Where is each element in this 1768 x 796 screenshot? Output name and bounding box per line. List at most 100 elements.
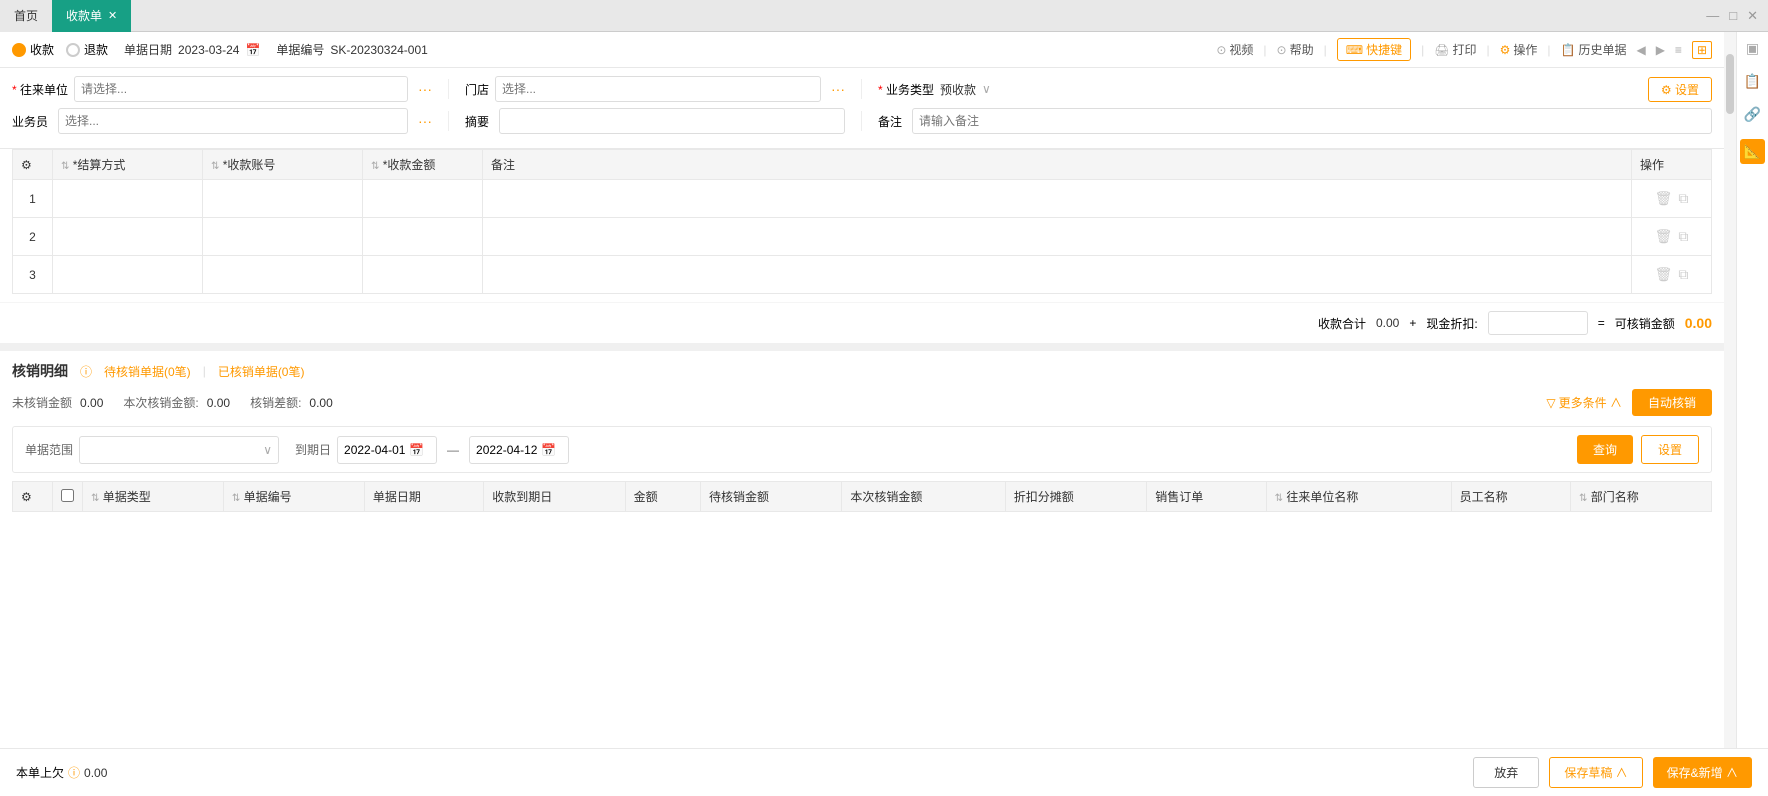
sidebar-screenshot-icon[interactable]: 📐: [1740, 139, 1765, 164]
tab-receipt-close[interactable]: ✕: [108, 9, 117, 22]
date-from-calendar-icon[interactable]: 📅: [409, 443, 424, 457]
help-btn[interactable]: ⊙ 帮助: [1277, 41, 1314, 58]
row-1-copy-icon[interactable]: ⧉: [1678, 190, 1688, 207]
partner-more-btn[interactable]: ···: [418, 81, 432, 97]
grid-icon[interactable]: ⊞: [1692, 41, 1712, 59]
row-3-delete-icon[interactable]: 🗑: [1655, 266, 1673, 283]
bth-partner-name: ⇅ 往来单位名称: [1266, 482, 1451, 512]
row-3-action: 🗑 ⧉: [1632, 256, 1712, 294]
nav-left-icon[interactable]: ◀: [1636, 43, 1645, 57]
radio-refund[interactable]: 退款: [66, 41, 108, 58]
sidebar-table-icon[interactable]: ▣: [1746, 40, 1759, 57]
tab-home-label: 首页: [14, 7, 38, 24]
video-btn[interactable]: ⊙ 视频: [1216, 41, 1253, 58]
row-3-copy-icon[interactable]: ⧉: [1678, 266, 1688, 283]
range-arrow-icon: ∨: [263, 443, 272, 457]
date-to-input[interactable]: 2022-04-12 📅: [469, 436, 569, 464]
range-select[interactable]: ∨: [79, 436, 279, 464]
sort-arrows-3: ⇅: [371, 161, 379, 172]
scroll-thumb[interactable]: [1726, 54, 1734, 114]
row-1-remark[interactable]: [483, 180, 1632, 218]
date-from-input[interactable]: 2022-04-01 📅: [337, 436, 437, 464]
shortcut-btn[interactable]: ⌨ 快捷键: [1337, 38, 1411, 61]
pipe-1: |: [1263, 43, 1266, 57]
summary-input[interactable]: [499, 108, 845, 134]
writeoff-title: 核销明细: [12, 361, 68, 381]
pending-tab-link[interactable]: 待核销单据(0笔): [104, 363, 191, 380]
tab-receipt[interactable]: 收款单 ✕: [52, 0, 131, 32]
business-type-select[interactable]: 预收款 ∨: [940, 81, 991, 98]
summary-field: 摘要: [465, 108, 845, 134]
row-1-settle[interactable]: [53, 180, 203, 218]
sidebar-link-icon[interactable]: 🔗: [1744, 106, 1761, 123]
doc-date-calendar-icon[interactable]: 📅: [245, 43, 260, 57]
footer-right: 放弃 保存草稿 ∧ 保存&新增 ∧: [1473, 757, 1752, 788]
list-icon[interactable]: ≡: [1675, 43, 1682, 57]
doc-no-value: SK-20230324-001: [330, 43, 427, 57]
partner-input[interactable]: [74, 76, 408, 102]
th-gear[interactable]: ⚙: [13, 150, 53, 180]
row-3-amount[interactable]: [363, 256, 483, 294]
row-2-account[interactable]: [203, 218, 363, 256]
staff-more-btn[interactable]: ···: [418, 113, 432, 129]
toolbar-row: 收款 退款 单据日期 2023-03-24 📅 单据编号 SK-20230324…: [0, 32, 1724, 68]
operation-btn[interactable]: ⚙ 操作: [1500, 41, 1538, 58]
stat-3-label: 核销差额:: [250, 394, 301, 411]
sort-doc-type: ⇅: [91, 493, 99, 504]
save-draft-label: 保存草稿 ∧: [1564, 764, 1627, 781]
row-2-remark[interactable]: [483, 218, 1632, 256]
done-tab-link[interactable]: 已核销单据(0笔): [218, 363, 305, 380]
filter-settings-btn[interactable]: 设置: [1641, 435, 1699, 464]
window-max-btn[interactable]: □: [1729, 8, 1737, 23]
discount-input[interactable]: [1488, 311, 1588, 335]
form-row-2: 业务员 ··· 摘要 备注: [12, 108, 1712, 134]
row-2-settle[interactable]: [53, 218, 203, 256]
save-new-btn[interactable]: 保存&新增 ∧: [1653, 757, 1752, 788]
range-filter-field: 单据范围 ∨: [25, 436, 279, 464]
print-btn[interactable]: 🖨 打印: [1434, 41, 1476, 58]
tab-home[interactable]: 首页: [0, 0, 52, 32]
bth-this-amount: 本次核销金额: [842, 482, 1005, 512]
staff-input[interactable]: [58, 108, 408, 134]
select-all-checkbox[interactable]: [61, 489, 74, 502]
history-label: 历史单据: [1578, 41, 1626, 58]
sidebar-list-icon[interactable]: 📋: [1744, 73, 1761, 90]
form-settings-btn[interactable]: ⚙ 设置: [1648, 77, 1712, 102]
row-2-copy-icon[interactable]: ⧉: [1678, 228, 1688, 245]
bth-gear[interactable]: ⚙: [13, 482, 53, 512]
discard-btn[interactable]: 放弃: [1473, 757, 1539, 788]
business-type-field: * 业务类型 预收款 ∨: [878, 81, 1278, 98]
row-3-account[interactable]: [203, 256, 363, 294]
stat-2-label: 本次核销金额:: [123, 394, 198, 411]
auto-writeoff-btn[interactable]: 自动核销: [1632, 389, 1712, 416]
row-2-delete-icon[interactable]: 🗑: [1655, 228, 1673, 245]
partner-field: * 往来单位 ···: [12, 76, 432, 102]
remark-input[interactable]: [912, 108, 1712, 134]
more-conditions-btn[interactable]: ▽ 更多条件 ∧: [1546, 394, 1622, 411]
right-sidebar: ▣ 📋 🔗 📐: [1736, 32, 1768, 796]
window-close-btn[interactable]: ✕: [1747, 8, 1758, 24]
row-3-remark[interactable]: [483, 256, 1632, 294]
row-3-settle[interactable]: [53, 256, 203, 294]
store-more-btn[interactable]: ···: [831, 81, 845, 97]
nav-right-icon[interactable]: ▶: [1656, 43, 1665, 57]
bth-doc-no: ⇅ 单据编号: [223, 482, 364, 512]
row-1-delete-icon[interactable]: 🗑: [1655, 190, 1673, 207]
scroll-area[interactable]: [1724, 32, 1736, 796]
radio-receipt[interactable]: 收款: [12, 41, 54, 58]
row-3-num: 3: [13, 256, 53, 294]
store-input[interactable]: [495, 76, 821, 102]
due-date-filter-field: 到期日 2022-04-01 📅 — 2022-04-12 📅: [295, 436, 569, 464]
history-btn[interactable]: 📋 历史单据: [1560, 41, 1626, 58]
remark-field: 备注: [878, 108, 1712, 134]
save-draft-btn[interactable]: 保存草稿 ∧: [1549, 757, 1642, 788]
row-2-amount[interactable]: [363, 218, 483, 256]
table-body: 1 🗑 ⧉ 2: [13, 180, 1712, 294]
bth-checkbox[interactable]: [53, 482, 83, 512]
query-btn[interactable]: 查询: [1577, 435, 1633, 464]
row-1-account[interactable]: [203, 180, 363, 218]
due-date-label: 到期日: [295, 441, 331, 458]
window-min-btn[interactable]: —: [1706, 8, 1719, 23]
row-1-amount[interactable]: [363, 180, 483, 218]
date-to-calendar-icon[interactable]: 📅: [541, 443, 556, 457]
